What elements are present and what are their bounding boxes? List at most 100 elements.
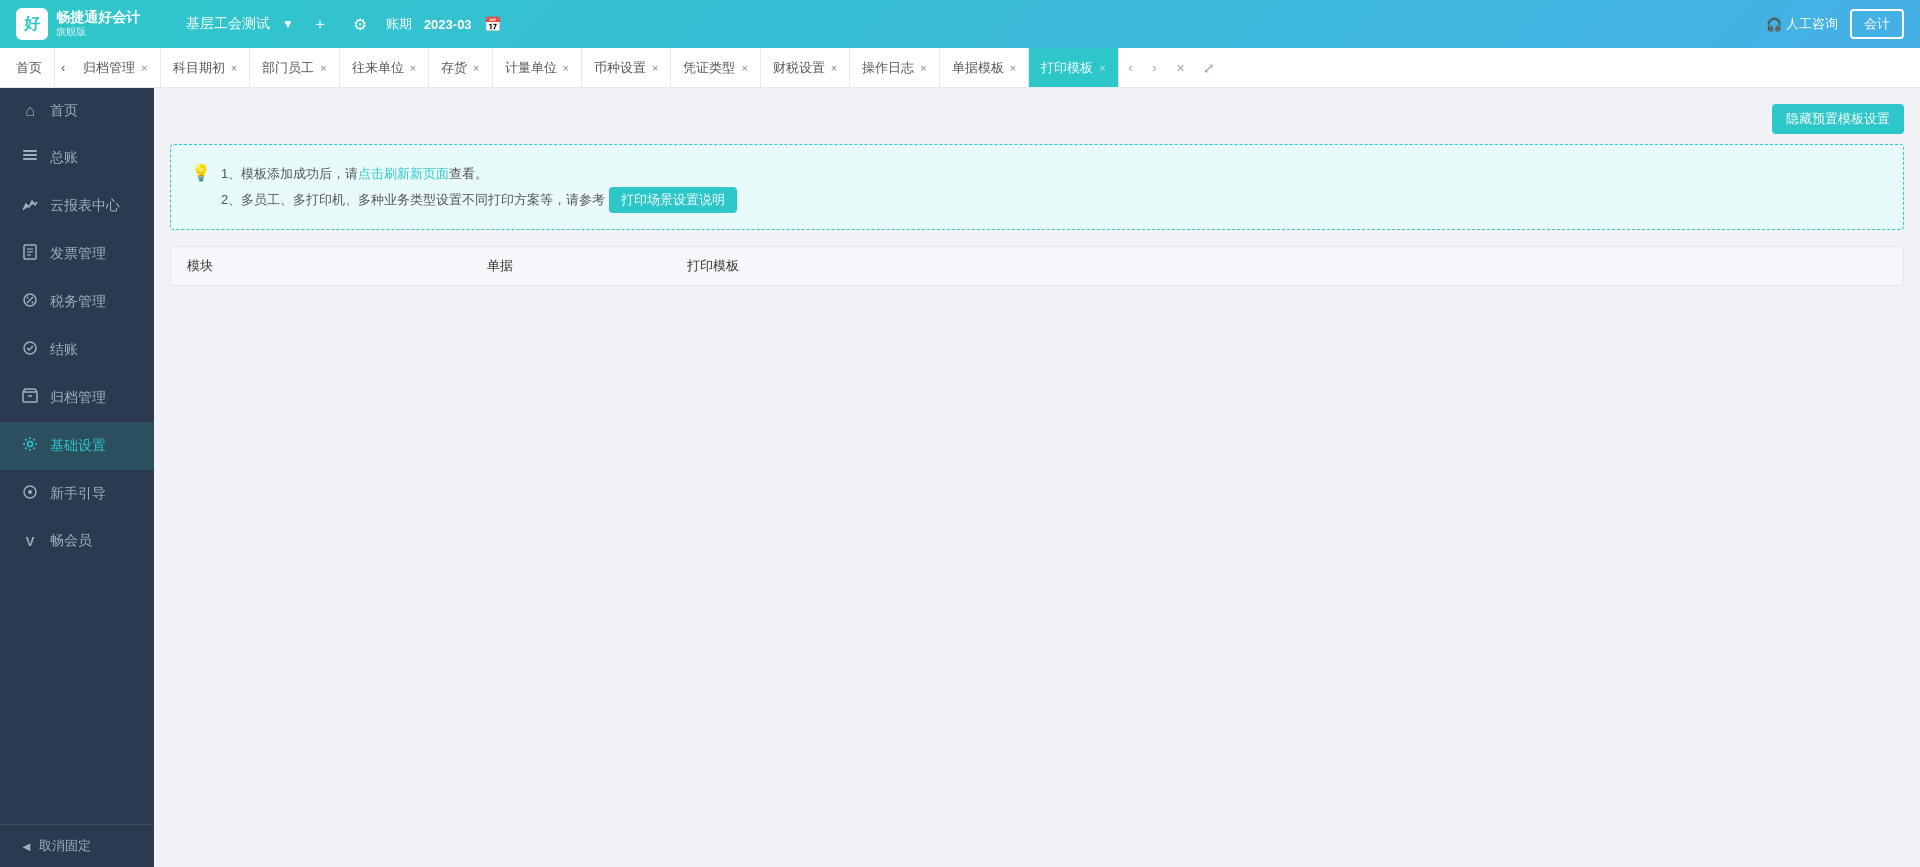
tab-inventory-close[interactable]: × (473, 62, 479, 74)
sidebar-item-member-label: 畅会员 (50, 532, 92, 550)
svg-point-14 (28, 442, 33, 447)
tab-doc-template-close[interactable]: × (1010, 62, 1016, 74)
tab-expand[interactable]: ⤢ (1195, 48, 1223, 87)
tab-subject-close[interactable]: × (231, 62, 237, 74)
tab-contacts-close[interactable]: × (410, 62, 416, 74)
svg-point-16 (28, 490, 32, 494)
pin-icon: ◄ (20, 839, 33, 854)
tax-icon (20, 292, 40, 312)
sidebar-item-reports-label: 云报表中心 (50, 197, 120, 215)
tab-close-all[interactable]: × (1167, 48, 1195, 87)
info-line1-pre: 1、模板添加成功后，请 (221, 166, 358, 181)
tab-scroll-right[interactable]: › (1143, 48, 1167, 87)
sidebar-item-reports[interactable]: 云报表中心 (0, 182, 154, 230)
sidebar-item-archive[interactable]: 归档管理 (0, 374, 154, 422)
logo-sub: 旗舰版 (56, 25, 140, 39)
table-col-module: 模块 (171, 247, 471, 285)
print-explain-button[interactable]: 打印场景设置说明 (609, 187, 737, 213)
kuaiji-button[interactable]: 会计 (1850, 9, 1904, 39)
tab-prev-icon[interactable]: ‹ (55, 48, 71, 87)
tab-currency-label: 币种设置 (594, 59, 646, 77)
tab-log-label: 操作日志 (862, 59, 914, 77)
tab-doc-template[interactable]: 单据模板 × (940, 48, 1029, 87)
tab-archive-close[interactable]: × (141, 62, 147, 74)
svg-point-9 (27, 297, 29, 299)
hide-preview-button[interactable]: 隐藏预置模板设置 (1772, 104, 1904, 134)
svg-rect-1 (23, 154, 37, 156)
sidebar-item-guide[interactable]: 新手引导 (0, 470, 154, 518)
sidebar-item-settings-label: 基础设置 (50, 437, 106, 455)
tab-home[interactable]: 首页 (4, 48, 55, 87)
tab-dept-close[interactable]: × (320, 62, 326, 74)
header-middle: 基层工会测试 ▼ ＋ ⚙ 账期 2023-03 📅 (170, 10, 1766, 38)
sidebar-item-invoice[interactable]: 发票管理 (0, 230, 154, 278)
sidebar-item-settings[interactable]: 基础设置 (0, 422, 154, 470)
tab-print-template[interactable]: 打印模板 × (1029, 48, 1118, 87)
tab-unit[interactable]: 计量单位 × (493, 48, 582, 87)
info-line1-post: 查看。 (449, 166, 488, 181)
support-button[interactable]: 🎧 人工咨询 (1766, 15, 1838, 33)
invoice-icon (20, 244, 40, 264)
sidebar-item-member[interactable]: V 畅会员 (0, 518, 154, 564)
settings-icon (20, 436, 40, 456)
company-dropdown-icon[interactable]: ▼ (282, 17, 294, 31)
logo-area: 好 畅捷通好会计 旗舰版 (16, 8, 170, 40)
tab-voucher-type[interactable]: 凭证类型 × (671, 48, 760, 87)
tab-contacts[interactable]: 往来单位 × (340, 48, 429, 87)
tab-tax-label: 财税设置 (773, 59, 825, 77)
info-box: 💡 1、模板添加成功后，请点击刷新新页面查看。 2、多员工、多打印机、多种业务类… (170, 144, 1904, 230)
content-area: 隐藏预置模板设置 💡 1、模板添加成功后，请点击刷新新页面查看。 2、多员工、多… (154, 88, 1920, 867)
svg-point-10 (32, 302, 34, 304)
pin-label: 取消固定 (39, 837, 91, 855)
tab-scroll-left[interactable]: ‹ (1119, 48, 1143, 87)
main-layout: ⌂ 首页 总账 云报表中心 发票管理 税务管理 (0, 88, 1920, 867)
settlement-icon (20, 340, 40, 360)
tab-inventory[interactable]: 存货 × (429, 48, 492, 87)
header-right: 🎧 人工咨询 会计 (1766, 9, 1904, 39)
tab-tax-close[interactable]: × (831, 62, 837, 74)
reports-icon (20, 196, 40, 216)
logo-icon: 好 (16, 8, 48, 40)
tab-subject-label: 科目期初 (173, 59, 225, 77)
svg-rect-0 (23, 150, 37, 152)
tab-archive[interactable]: 归档管理 × (71, 48, 160, 87)
tab-subject[interactable]: 科目期初 × (161, 48, 250, 87)
tab-print-template-label: 打印模板 (1041, 59, 1093, 77)
ledger-icon (20, 148, 40, 168)
sidebar-item-ledger[interactable]: 总账 (0, 134, 154, 182)
sidebar-item-settlement[interactable]: 结账 (0, 326, 154, 374)
sidebar-pin-toggle[interactable]: ◄ 取消固定 (0, 824, 154, 867)
info-line2: 2、多员工、多打印机、多种业务类型设置不同打印方案等，请参考 打印场景设置说明 (221, 187, 737, 213)
member-icon: V (20, 534, 40, 549)
add-tab-icon[interactable]: ＋ (306, 10, 334, 38)
tab-unit-close[interactable]: × (563, 62, 569, 74)
tab-tax[interactable]: 财税设置 × (761, 48, 850, 87)
sidebar-item-home-label: 首页 (50, 102, 78, 120)
headphone-icon: 🎧 (1766, 17, 1782, 32)
tab-dept[interactable]: 部门员工 × (250, 48, 339, 87)
tab-print-template-close[interactable]: × (1099, 62, 1105, 74)
tab-unit-label: 计量单位 (505, 59, 557, 77)
sidebar-item-ledger-label: 总账 (50, 149, 78, 167)
tab-voucher-type-label: 凭证类型 (683, 59, 735, 77)
tab-contacts-label: 往来单位 (352, 59, 404, 77)
sidebar: ⌂ 首页 总账 云报表中心 发票管理 税务管理 (0, 88, 154, 867)
info-line2-pre: 2、多员工、多打印机、多种业务类型设置不同打印方案等，请参考 (221, 192, 605, 207)
tab-voucher-type-close[interactable]: × (741, 62, 747, 74)
info-refresh-link[interactable]: 点击刷新新页面 (358, 166, 449, 181)
company-name: 基层工会测试 (186, 15, 270, 33)
calendar-icon[interactable]: 📅 (484, 16, 501, 32)
settings-icon[interactable]: ⚙ (346, 10, 374, 38)
tab-currency[interactable]: 币种设置 × (582, 48, 671, 87)
sidebar-item-home[interactable]: ⌂ 首页 (0, 88, 154, 134)
sidebar-item-settlement-label: 结账 (50, 341, 78, 359)
tab-log[interactable]: 操作日志 × (850, 48, 939, 87)
tab-currency-close[interactable]: × (652, 62, 658, 74)
home-icon: ⌂ (20, 102, 40, 120)
sidebar-item-tax[interactable]: 税务管理 (0, 278, 154, 326)
tab-log-close[interactable]: × (920, 62, 926, 74)
period-value: 2023-03 (424, 17, 472, 32)
table-col-doc: 单据 (471, 247, 671, 285)
info-line1: 1、模板添加成功后，请点击刷新新页面查看。 (221, 161, 737, 187)
sidebar-item-archive-label: 归档管理 (50, 389, 106, 407)
